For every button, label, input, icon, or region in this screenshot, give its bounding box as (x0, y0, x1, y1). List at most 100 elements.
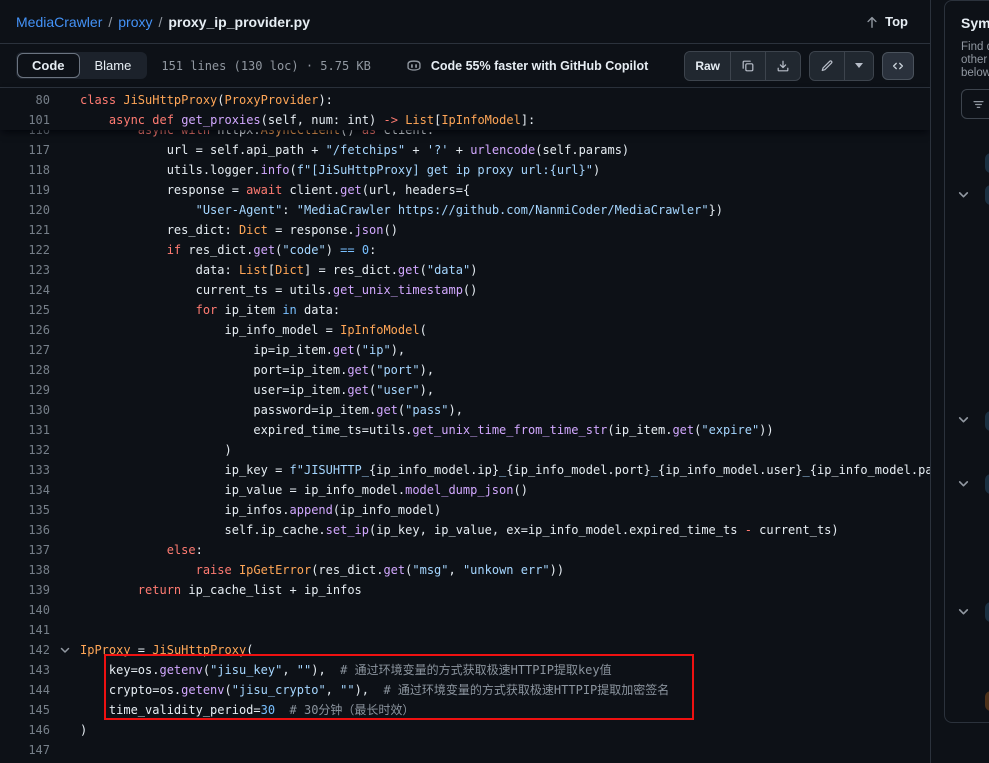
edit-dropdown-button[interactable] (845, 52, 873, 80)
code-viewport: 116 async with httpx.AsyncClient() as cl… (0, 88, 930, 763)
line-number[interactable]: 122 (0, 240, 50, 260)
line-number[interactable]: 128 (0, 360, 50, 380)
line-number[interactable]: 126 (0, 320, 50, 340)
line-number[interactable]: 136 (0, 520, 50, 540)
line-number[interactable]: 140 (0, 600, 50, 620)
gutter (50, 300, 80, 320)
line-number[interactable]: 132 (0, 440, 50, 460)
scroll-to-top-button[interactable]: Top (859, 10, 914, 33)
copy-icon (741, 59, 755, 73)
copilot-icon (405, 59, 423, 72)
code-text: key=os.getenv("jisu_key", ""), # 通过环境变量的… (80, 660, 930, 680)
description-line: Find definitions and references for func… (961, 41, 989, 54)
symbols-filter-input[interactable] (961, 89, 989, 119)
line-number[interactable]: 121 (0, 220, 50, 240)
code-line: 143 key=os.getenv("jisu_key", ""), # 通过环… (0, 660, 930, 680)
line-number[interactable]: 120 (0, 200, 50, 220)
code-text (80, 740, 930, 760)
symbol-chevron-down-icon[interactable] (957, 413, 971, 427)
line-number[interactable]: 142 (0, 640, 50, 660)
line-number[interactable]: 146 (0, 720, 50, 740)
code-line: 133 ip_key = f"JISUHTTP_{ip_info_model.i… (0, 460, 930, 480)
code-text: ip=ip_item.get("ip"), (80, 340, 930, 360)
tab-blame[interactable]: Blame (80, 53, 147, 78)
breadcrumb-separator: / (108, 14, 112, 30)
code-symbols-icon (891, 59, 905, 73)
line-number[interactable]: 127 (0, 340, 50, 360)
line-number[interactable]: 117 (0, 140, 50, 160)
code-line: 124 current_ts = utils.get_unix_timestam… (0, 280, 930, 300)
download-icon (776, 59, 790, 73)
line-number[interactable]: 80 (0, 90, 50, 110)
symbol-chevron-down-icon[interactable] (957, 477, 971, 491)
gutter (50, 660, 80, 680)
gutter (50, 180, 80, 200)
line-number[interactable]: 138 (0, 560, 50, 580)
code-lines: 116 async with httpx.AsyncClient() as cl… (0, 120, 930, 760)
code-line: 121 res_dict: Dict = response.json() (0, 220, 930, 240)
line-number[interactable]: 124 (0, 280, 50, 300)
symbol-pill-highlighted[interactable] (985, 691, 989, 711)
line-number[interactable]: 143 (0, 660, 50, 680)
code-text: utils.logger.info(f"[JiSuHttpProxy] get … (80, 160, 930, 180)
code-line: 119 response = await client.get(url, hea… (0, 180, 930, 200)
line-number[interactable]: 123 (0, 260, 50, 280)
edit-button[interactable] (810, 52, 845, 80)
filter-icon (972, 98, 985, 111)
copilot-banner-text: Code 55% faster with GitHub Copilot (431, 59, 648, 73)
gutter (50, 110, 80, 130)
line-number[interactable]: 134 (0, 480, 50, 500)
line-number[interactable]: 144 (0, 680, 50, 700)
code-line: 132 ) (0, 440, 930, 460)
gutter (50, 360, 80, 380)
copy-button[interactable] (731, 52, 766, 80)
code-text: ) (80, 440, 930, 460)
line-number[interactable]: 139 (0, 580, 50, 600)
code-line: 142IpProxy = JiSuHttpProxy( (0, 640, 930, 660)
symbol-pill[interactable] (985, 602, 989, 622)
line-number[interactable]: 131 (0, 420, 50, 440)
breadcrumb-repo-link[interactable]: MediaCrawler (16, 14, 102, 30)
gutter (50, 140, 80, 160)
code-line: 136 self.ip_cache.set_ip(ip_key, ip_valu… (0, 520, 930, 540)
line-number[interactable]: 101 (0, 110, 50, 130)
raw-button[interactable]: Raw (685, 52, 731, 80)
code-text (80, 600, 930, 620)
code-line: 145 time_validity_period=30 # 30分钟（最长时效） (0, 700, 930, 720)
line-number[interactable]: 135 (0, 500, 50, 520)
line-number[interactable]: 137 (0, 540, 50, 560)
symbol-pill[interactable] (985, 411, 989, 431)
line-number[interactable]: 133 (0, 460, 50, 480)
collapse-chevron-icon[interactable] (50, 640, 80, 660)
line-number[interactable]: 145 (0, 700, 50, 720)
symbol-pill[interactable] (985, 474, 989, 494)
gutter (50, 340, 80, 360)
gutter (50, 580, 80, 600)
line-number[interactable]: 130 (0, 400, 50, 420)
symbol-pill[interactable] (985, 185, 989, 205)
symbol-chevron-down-icon[interactable] (957, 605, 971, 619)
code-text (80, 620, 930, 640)
line-number[interactable]: 147 (0, 740, 50, 760)
code-text: crypto=os.getenv("jisu_crypto", ""), # 通… (80, 680, 930, 700)
line-number[interactable]: 129 (0, 380, 50, 400)
chevron-down-icon (855, 63, 863, 68)
code-line: 123 data: List[Dict] = res_dict.get("dat… (0, 260, 930, 280)
line-number[interactable]: 141 (0, 620, 50, 640)
code-text: ) (80, 720, 930, 740)
tab-code[interactable]: Code (17, 53, 80, 78)
gutter (50, 720, 80, 740)
code-text: password=ip_item.get("pass"), (80, 400, 930, 420)
gutter (50, 540, 80, 560)
download-button[interactable] (766, 52, 800, 80)
code-text: ip_infos.append(ip_info_model) (80, 500, 930, 520)
gutter (50, 500, 80, 520)
breadcrumb-folder-link[interactable]: proxy (118, 14, 152, 30)
line-number[interactable]: 119 (0, 180, 50, 200)
symbol-chevron-down-icon[interactable] (957, 188, 971, 202)
line-number[interactable]: 125 (0, 300, 50, 320)
line-number[interactable]: 118 (0, 160, 50, 180)
symbols-panel-toggle-button[interactable] (882, 52, 914, 80)
symbol-pill[interactable] (985, 153, 989, 173)
code-line: 134 ip_value = ip_info_model.model_dump_… (0, 480, 930, 500)
